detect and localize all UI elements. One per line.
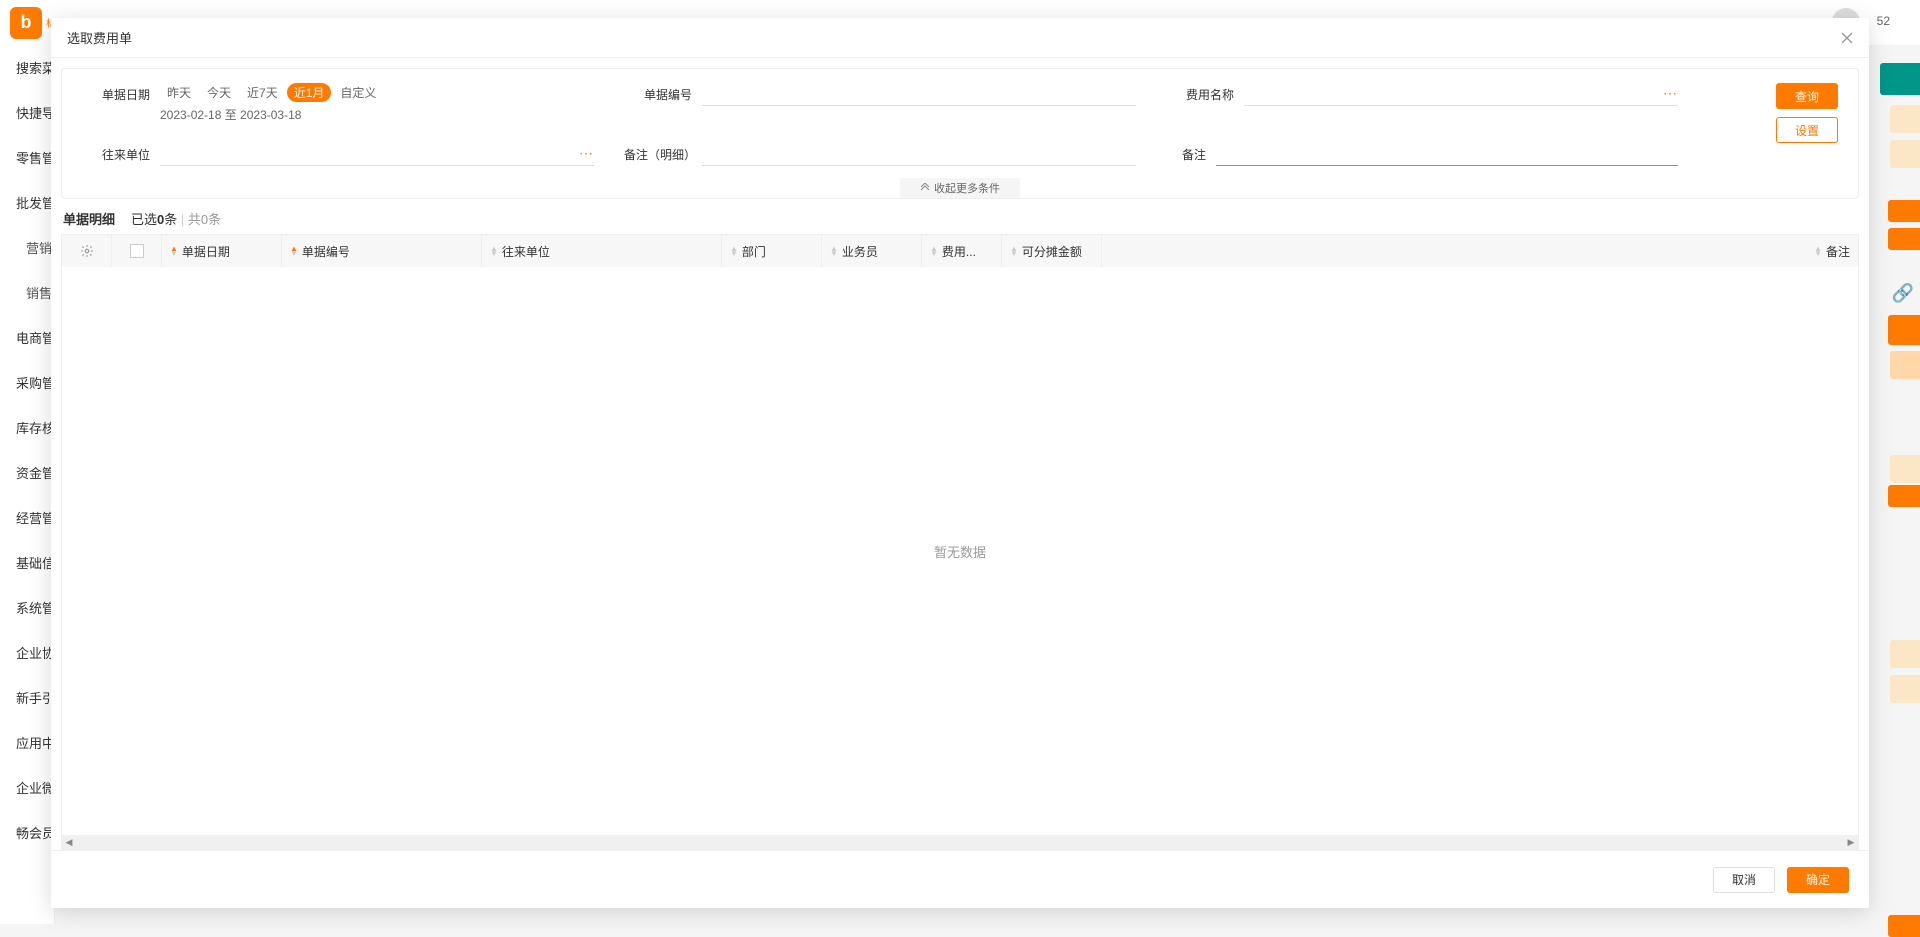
filter-remark-detail-label: 备注（明细） — [624, 143, 702, 163]
sort-icon: ▲▼ — [1814, 246, 1822, 256]
column-header-dept[interactable]: ▲▼ 部门 — [722, 235, 822, 267]
date-pill[interactable]: 近1月 — [287, 83, 332, 102]
sort-icon: ▲▼ — [930, 246, 938, 256]
gear-icon — [80, 244, 94, 258]
date-pill[interactable]: 昨天 — [160, 83, 198, 102]
filter-date: 单据日期 昨天今天近7天近1月自定义 2023-02-18 至 2023-03-… — [82, 83, 594, 123]
column-label: 单据编号 — [302, 243, 350, 260]
filter-panel: 单据日期 昨天今天近7天近1月自定义 2023-02-18 至 2023-03-… — [61, 68, 1859, 199]
filter-remark: 备注 — [1166, 143, 1678, 166]
partner-more-icon[interactable]: ⋯ — [579, 145, 594, 162]
filter-docno-label: 单据编号 — [624, 83, 702, 103]
table-empty: 暂无数据 — [62, 267, 1858, 835]
sort-icon: ▲▼ — [830, 246, 838, 256]
column-label: 单据日期 — [182, 243, 230, 260]
column-label: 费用... — [942, 243, 976, 260]
modal-title: 选取费用单 — [67, 28, 132, 47]
column-label: 可分摊金额 — [1022, 243, 1082, 260]
cancel-button[interactable]: 取消 — [1713, 867, 1775, 893]
scroll-left-icon[interactable]: ◀ — [62, 835, 76, 849]
column-header-date[interactable]: ▲▼ 单据日期 — [162, 235, 282, 267]
remark-input[interactable] — [1216, 143, 1678, 166]
tab-detail[interactable]: 单据明细 — [63, 209, 115, 228]
date-pill[interactable]: 近7天 — [240, 83, 285, 102]
sort-icon: ▲▼ — [730, 246, 738, 256]
select-all-cell[interactable] — [112, 235, 162, 267]
confirm-button[interactable]: 确定 — [1787, 867, 1849, 893]
filter-remark-detail: 备注（明细） — [624, 143, 1136, 166]
date-pill[interactable]: 自定义 — [333, 83, 383, 102]
column-header-remark[interactable]: ▲▼ 备注 — [1102, 235, 1858, 267]
column-header-docno[interactable]: ▲▼ 单据编号 — [282, 235, 482, 267]
remark-detail-input[interactable] — [702, 143, 1136, 166]
filter-fee-name-label: 费用名称 — [1166, 83, 1244, 103]
fee-name-more-icon[interactable]: ⋯ — [1663, 85, 1678, 102]
filter-date-label: 单据日期 — [82, 83, 160, 103]
column-label: 备注 — [1826, 243, 1850, 260]
modal-header: 选取费用单 — [51, 18, 1869, 58]
collapse-more-button[interactable]: 收起更多条件 — [900, 178, 1020, 198]
settings-button[interactable]: 设置 — [1776, 117, 1838, 143]
total-count: 共0条 — [188, 212, 221, 227]
filter-remark-label: 备注 — [1166, 143, 1216, 163]
fee-name-input[interactable] — [1244, 83, 1678, 106]
sort-icon: ▲▼ — [170, 246, 178, 256]
filter-fee-name: 费用名称 ⋯ — [1166, 83, 1678, 123]
table: ▲▼ 单据日期 ▲▼ 单据编号 ▲▼ 往来单位 ▲▼ 部门 ▲▼ 业务员 ▲▼ 费用... ▲▼ 可分摊金… — [61, 234, 1859, 850]
collapse-label: 收起更多条件 — [934, 180, 1000, 196]
select-fee-modal: 选取费用单 单据日期 昨天今天近7天近1月自定义 2023-02-18 至 20… — [51, 18, 1869, 908]
close-button[interactable] — [1837, 28, 1857, 48]
selected-count: 已选0条 — [131, 212, 181, 227]
tabs-row: 单据明细 已选0条 | 共0条 — [61, 199, 1859, 234]
close-icon — [1841, 32, 1853, 44]
column-header-clerk[interactable]: ▲▼ 业务员 — [822, 235, 922, 267]
column-label: 部门 — [742, 243, 766, 260]
sort-icon: ▲▼ — [490, 246, 498, 256]
column-header-partner[interactable]: ▲▼ 往来单位 — [482, 235, 722, 267]
scroll-right-icon[interactable]: ▶ — [1844, 835, 1858, 849]
modal-footer: 取消 确定 — [51, 850, 1869, 908]
selected-count-wrap: 已选0条 | 共0条 — [131, 209, 221, 228]
column-settings-button[interactable] — [62, 235, 112, 267]
docno-input[interactable] — [702, 83, 1136, 106]
collapse-up-icon — [920, 183, 930, 193]
horizontal-scrollbar[interactable]: ◀ ▶ — [62, 835, 1858, 849]
scroll-track[interactable] — [76, 837, 1844, 847]
filter-partner: 往来单位 ⋯ — [82, 143, 594, 166]
filter-docno: 单据编号 — [624, 83, 1136, 123]
modal-overlay: 选取费用单 单据日期 昨天今天近7天近1月自定义 2023-02-18 至 20… — [0, 0, 1920, 924]
date-pill[interactable]: 今天 — [200, 83, 238, 102]
modal-body: 单据日期 昨天今天近7天近1月自定义 2023-02-18 至 2023-03-… — [51, 58, 1869, 850]
sort-icon: ▲▼ — [290, 246, 298, 256]
column-label: 往来单位 — [502, 243, 550, 260]
date-range-text: 2023-02-18 至 2023-03-18 — [160, 106, 594, 123]
partner-input[interactable] — [160, 143, 594, 166]
column-header-fee[interactable]: ▲▼ 费用... — [922, 235, 1002, 267]
query-button[interactable]: 查询 — [1776, 83, 1838, 109]
column-header-alloc[interactable]: ▲▼ 可分摊金额 — [1002, 235, 1102, 267]
date-range-pills: 昨天今天近7天近1月自定义 — [160, 83, 594, 102]
sort-icon: ▲▼ — [1010, 246, 1018, 256]
select-all-checkbox[interactable] — [130, 244, 144, 258]
table-header: ▲▼ 单据日期 ▲▼ 单据编号 ▲▼ 往来单位 ▲▼ 部门 ▲▼ 业务员 ▲▼ 费用... ▲▼ 可分摊金… — [62, 235, 1858, 267]
filter-partner-label: 往来单位 — [82, 143, 160, 163]
column-label: 业务员 — [842, 243, 878, 260]
